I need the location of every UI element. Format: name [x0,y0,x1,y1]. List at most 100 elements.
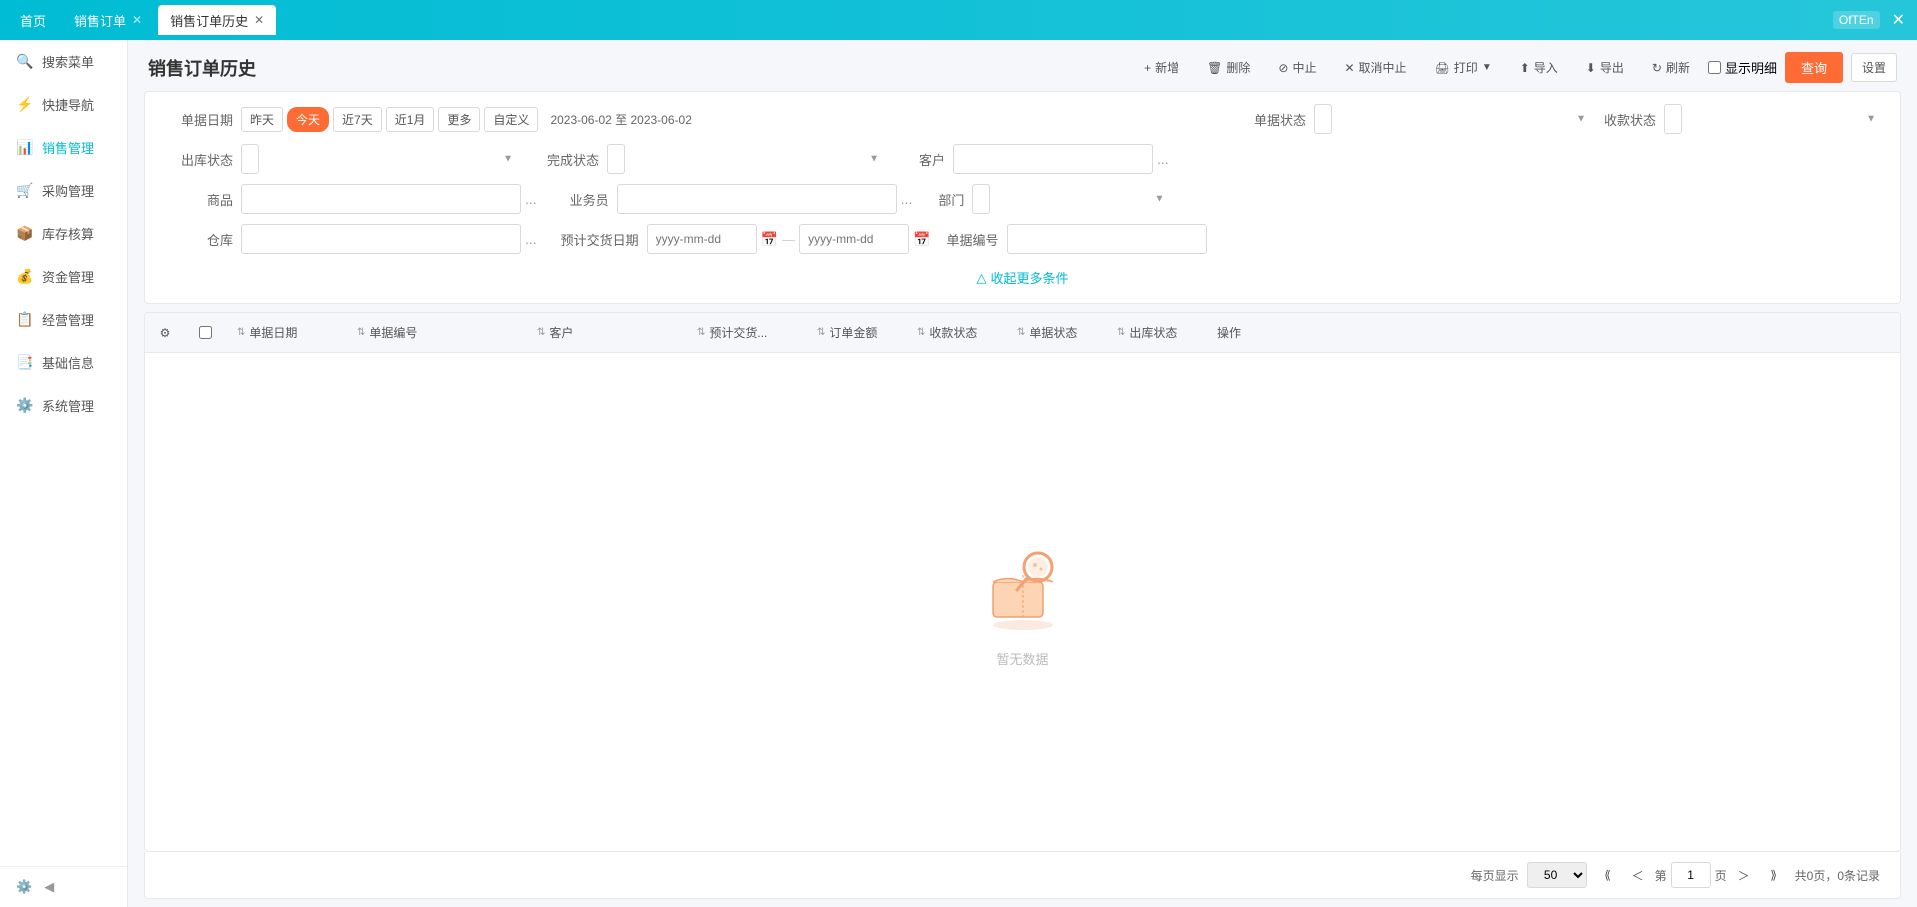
tab-sales-order[interactable]: 销售订单 ✕ [62,5,154,35]
btn-export-label: 导出 [1600,59,1624,76]
doc-no-input[interactable] [1007,224,1207,254]
delivery-date-end[interactable] [799,224,909,254]
th-customer-label: 客户 [549,324,573,341]
collapse-filter-btn[interactable]: △ 收起更多条件 [161,264,1884,291]
sidebar-item-search[interactable]: 🔍 搜索菜单 [0,40,127,83]
sidebar-settings-icon[interactable]: ⚙️ [16,879,32,895]
window-close-btn[interactable]: ✕ [1888,6,1909,34]
top-bar: 首页 销售订单 ✕ 销售订单历史 ✕ OfTEn ✕ [0,0,1917,40]
th-payment[interactable]: ⇅ 收款状态 [905,316,1005,349]
th-amount[interactable]: ⇅ 订单金额 [805,316,905,349]
cancel-stop-icon: ✕ [1344,61,1354,75]
th-doc-status[interactable]: ⇅ 单据状态 [1005,316,1105,349]
sidebar-finance-label: 资金管理 [42,267,94,286]
sidebar-operations-label: 经营管理 [42,310,94,329]
payment-status-arrow-icon: ▼ [1866,114,1876,125]
date-range-text: 2023-06-02 至 2023-06-02 [550,111,691,128]
tab-sales-order-history[interactable]: 销售订单历史 ✕ [158,5,276,35]
btn-settings[interactable]: 设置 [1851,53,1897,82]
sidebar-item-operations[interactable]: 📋 经营管理 [0,298,127,341]
th-no[interactable]: ⇅ 单据编号 [345,316,525,349]
stop-icon: ⊘ [1278,61,1288,75]
warehouse-input[interactable] [241,224,521,254]
th-settings[interactable]: ⚙ [145,318,185,348]
page-number-input[interactable] [1671,862,1711,888]
th-doc-status-label: 单据状态 [1029,324,1077,341]
salesperson-input[interactable] [617,184,897,214]
show-detail-checkbox-label[interactable]: 显示明细 [1708,58,1777,77]
btn-query[interactable]: 查询 [1785,52,1843,83]
th-payment-sort-icon: ⇅ [917,327,925,338]
calendar-end-icon[interactable]: 📅 [913,231,930,248]
sidebar-item-system[interactable]: ⚙️ 系统管理 [0,384,127,427]
date-btn-more[interactable]: 更多 [438,107,480,132]
customer-ellipsis[interactable]: ... [1153,151,1173,167]
th-customer-sort-icon: ⇅ [537,327,545,338]
page-last-btn[interactable]: ⟫ [1761,862,1787,888]
show-detail-label: 显示明细 [1725,58,1777,77]
btn-import[interactable]: ⬆ 导入 [1510,54,1568,81]
btn-print[interactable]: 🖨 打印 ▼ [1425,54,1502,81]
btn-cancel-stop[interactable]: ✕ 取消中止 [1334,54,1416,81]
payment-status-select[interactable] [1664,104,1682,134]
tab-sales-order-close[interactable]: ✕ [132,13,142,27]
warehouse-ellipsis[interactable]: ... [521,231,541,247]
salesperson-ellipsis[interactable]: ... [897,191,917,207]
date-btn-7days[interactable]: 近7天 [333,107,382,132]
page-nav: ⟪ ＜ 第 页 ＞ ⟫ [1595,862,1787,888]
th-delivery[interactable]: ⇅ 预计交货... [685,316,805,349]
btn-refresh[interactable]: ↻ 刷新 [1642,54,1700,81]
th-warehouse-status[interactable]: ⇅ 出库状态 [1105,316,1205,349]
th-customer[interactable]: ⇅ 客户 [525,316,685,349]
sidebar-sales-label: 销售管理 [42,138,94,157]
filter-label-product: 商品 [161,190,241,209]
btn-add[interactable]: + 新增 [1134,54,1189,81]
sidebar-item-finance[interactable]: 💰 资金管理 [0,255,127,298]
warehouse-status-select[interactable] [241,144,259,174]
sidebar-item-quicknav[interactable]: ⚡ 快捷导航 [0,83,127,126]
product-input[interactable] [241,184,521,214]
complete-status-arrow-icon: ▼ [869,154,879,165]
sidebar-item-inventory[interactable]: 📦 库存核算 [0,212,127,255]
page-next-btn[interactable]: ＞ [1731,862,1757,888]
filter-group-date: 昨天 今天 近7天 近1月 更多 自定义 2023-06-02 至 2023-0… [241,107,1244,132]
date-btn-1month[interactable]: 近1月 [386,107,435,132]
complete-status-select[interactable] [607,144,625,174]
complete-status-select-wrapper: ▼ [607,144,887,174]
sidebar-item-sales[interactable]: 📊 销售管理 [0,126,127,169]
th-operation: 操作 [1205,316,1900,349]
sidebar-bottom: ⚙️ ◀ [0,866,127,907]
page-size-select[interactable]: 50 20 100 200 [1527,862,1587,888]
dept-select-wrapper: ▼ [972,184,1172,214]
order-status-select[interactable] [1314,104,1332,134]
sidebar-item-basic[interactable]: 📑 基础信息 [0,341,127,384]
tab-sales-order-history-close[interactable]: ✕ [254,13,264,27]
dept-select[interactable] [972,184,990,214]
btn-stop[interactable]: ⊘ 中止 [1268,54,1326,81]
date-btn-custom[interactable]: 自定义 [484,107,538,132]
purchase-icon: 🛒 [16,182,34,200]
page-prev-btn[interactable]: ＜ [1625,862,1651,888]
btn-import-label: 导入 [1534,59,1558,76]
customer-input[interactable] [953,144,1153,174]
date-btn-yesterday[interactable]: 昨天 [241,107,283,132]
btn-export[interactable]: ⬇ 导出 [1576,54,1634,81]
show-detail-checkbox[interactable] [1708,61,1721,74]
select-all-checkbox[interactable] [199,326,212,339]
page-first-btn[interactable]: ⟪ [1595,862,1621,888]
th-date[interactable]: ⇅ 单据日期 [225,316,345,349]
btn-query-label: 查询 [1801,58,1827,77]
th-checkbox[interactable] [185,318,225,347]
date-btn-today[interactable]: 今天 [287,107,329,132]
tab-home[interactable]: 首页 [8,5,58,35]
product-ellipsis[interactable]: ... [521,191,541,207]
filter-label-warehouse: 仓库 [161,230,241,249]
sidebar-collapse-icon[interactable]: ◀ [44,879,54,895]
delivery-date-start[interactable] [647,224,757,254]
btn-delete[interactable]: 🗑 删除 [1197,54,1260,81]
filter-label-order-status: 单据状态 [1244,110,1314,129]
sidebar-item-purchase[interactable]: 🛒 采购管理 [0,169,127,212]
calendar-start-icon[interactable]: 📅 [761,231,778,248]
empty-illustration [973,537,1073,637]
table-body: 暂无数据 [145,353,1900,851]
